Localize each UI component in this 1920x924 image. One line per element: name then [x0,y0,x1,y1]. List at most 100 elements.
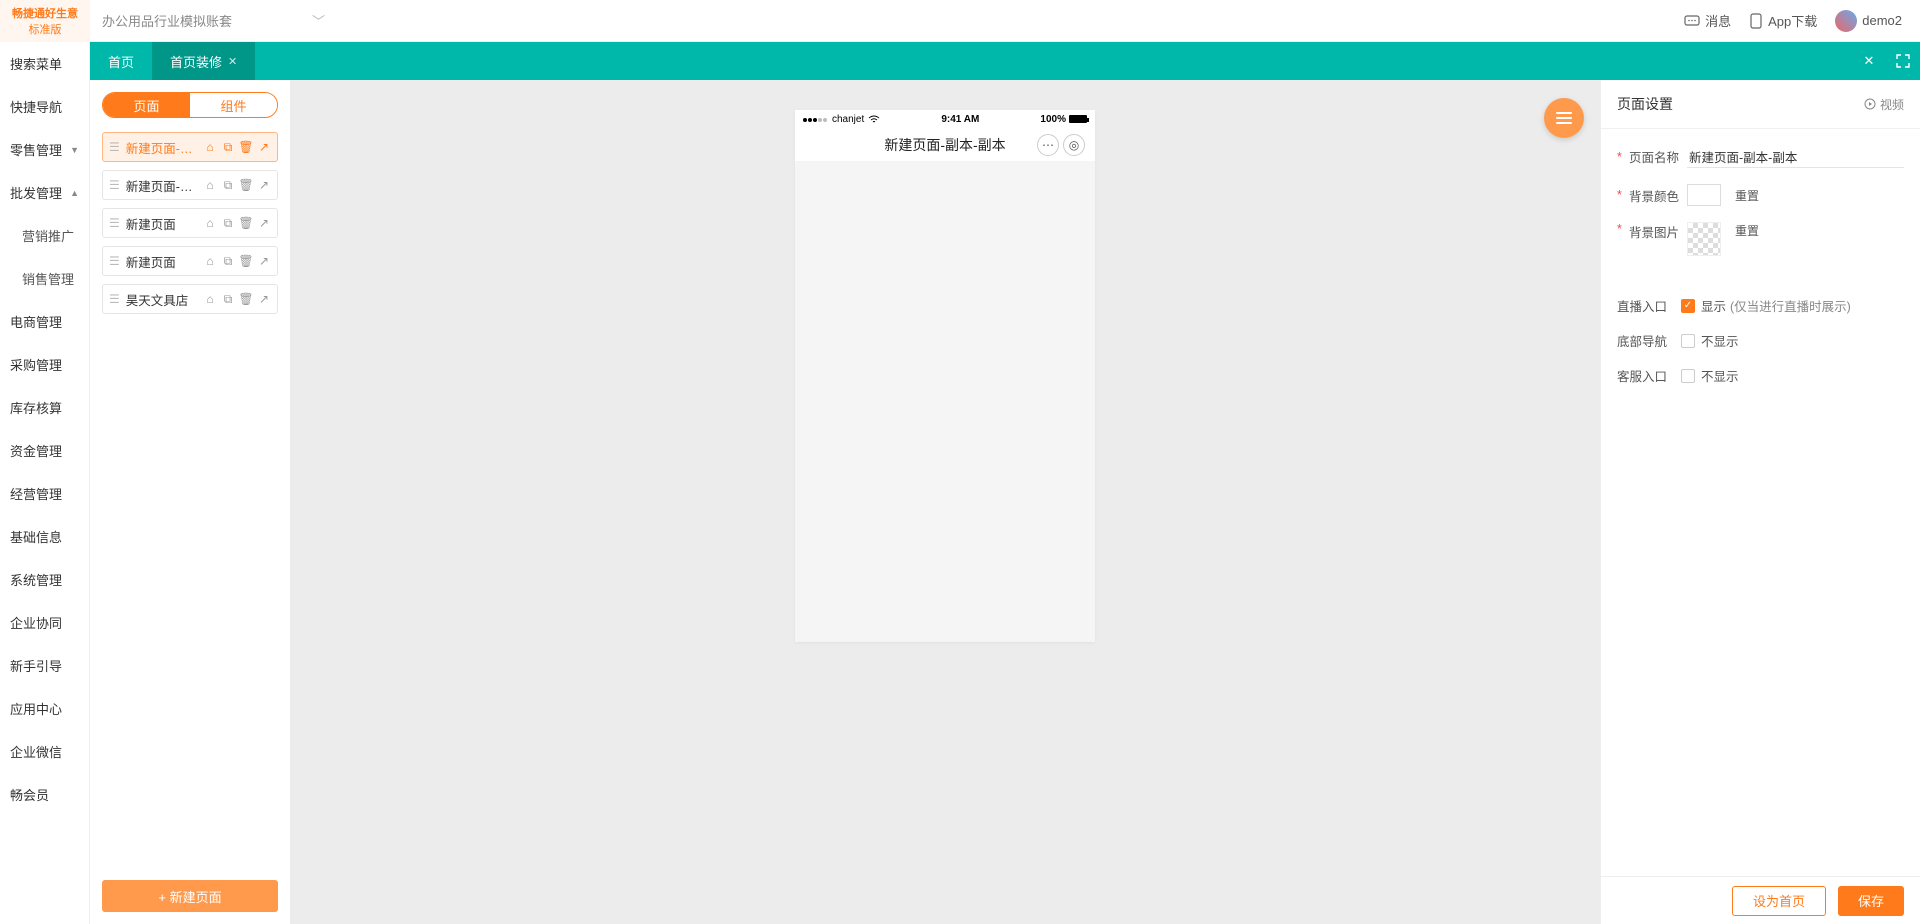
segment-component[interactable]: 组件 [190,93,277,117]
tab-bar: 首页 首页装修 ✕ ✕ [90,42,1920,80]
delete-icon[interactable]: 🗑 [239,140,253,154]
avatar [1835,10,1857,32]
segment-control: 页面 组件 [102,92,278,118]
copy-icon[interactable]: ⧉ [221,254,235,268]
messages-button[interactable]: 消息 [1684,11,1731,30]
sidebar-item-wholesale[interactable]: 批发管理▲ [0,171,89,214]
home-icon[interactable]: ⌂ [203,140,217,154]
sidebar: 搜索菜单 快捷导航 零售管理▼ 批发管理▲ 营销推广 销售管理 电商管理 采购管… [0,42,90,924]
user-menu[interactable]: demo2 [1835,10,1902,32]
sidebar-item-ecommerce[interactable]: 电商管理 [0,300,89,343]
left-panel: 页面 组件 ☰ 新建页面-副本-... ⌂ ⧉ 🗑 ↗ [90,80,290,924]
copy-icon[interactable]: ⧉ [221,178,235,192]
component-drawer-toggle[interactable] [1544,98,1584,138]
tab-decoration[interactable]: 首页装修 ✕ [152,42,255,80]
drag-icon[interactable]: ☰ [109,216,120,230]
page-name: 新建页面-副本-... [126,138,197,157]
signal-icon [803,114,828,125]
capsule-target-icon: ◎ [1063,134,1085,156]
sidebar-item-operation[interactable]: 经营管理 [0,472,89,515]
home-icon[interactable]: ⌂ [203,292,217,306]
video-help-link[interactable]: 视频 [1864,96,1904,113]
page-row[interactable]: ☰ 新建页面-副本-... ⌂ ⧉ 🗑 ↗ [102,132,278,162]
sidebar-item-marketing[interactable]: 营销推广 [0,214,89,257]
segment-page[interactable]: 页面 [103,93,190,117]
sidebar-item-collab[interactable]: 企业协同 [0,601,89,644]
input-page-name[interactable] [1687,145,1904,168]
home-icon[interactable]: ⌂ [203,178,217,192]
tab-close-all[interactable]: ✕ [1852,53,1886,69]
page-name: 昊天文具店 [126,290,197,309]
app-download-label: App下载 [1768,11,1817,30]
sidebar-item-sales[interactable]: 销售管理 [0,257,89,300]
close-icon[interactable]: ✕ [228,55,237,68]
checkbox-cs-entry-label: 不显示 [1701,366,1739,385]
sidebar-item-basicinfo[interactable]: 基础信息 [0,515,89,558]
share-icon[interactable]: ↗ [257,140,271,154]
tab-home[interactable]: 首页 [90,42,152,80]
fullscreen-icon[interactable] [1886,54,1920,68]
sidebar-item-search[interactable]: 搜索菜单 [0,42,89,85]
sidebar-item-finance[interactable]: 资金管理 [0,429,89,472]
home-icon[interactable]: ⌂ [203,216,217,230]
right-panel-title: 页面设置 [1617,94,1673,114]
label-page-name: 页面名称 [1629,147,1687,166]
sidebar-item-guide[interactable]: 新手引导 [0,644,89,687]
logo[interactable]: 畅捷通好生意 标准版 [0,0,90,42]
checkbox-cs-entry[interactable] [1681,369,1695,383]
message-icon [1684,13,1700,29]
drag-icon[interactable]: ☰ [109,254,120,268]
copy-icon[interactable]: ⧉ [221,140,235,154]
sidebar-item-wecom[interactable]: 企业微信 [0,730,89,773]
username: demo2 [1862,13,1902,28]
right-panel: 页面设置 视频 * 页面名称 * 背景颜色 [1600,80,1920,924]
reset-bg-image[interactable]: 重置 [1735,222,1759,239]
page-row[interactable]: ☰ 新建页面 ⌂ ⧉ 🗑 ↗ [102,208,278,238]
page-row[interactable]: ☰ 新建页面 ⌂ ⧉ 🗑 ↗ [102,246,278,276]
logo-edition: 标准版 [29,21,62,37]
sidebar-item-system[interactable]: 系统管理 [0,558,89,601]
footer: 设为首页 保存 [1601,876,1920,924]
home-icon[interactable]: ⌂ [203,254,217,268]
phone-body[interactable] [795,162,1095,642]
drag-icon[interactable]: ☰ [109,140,120,154]
delete-icon[interactable]: 🗑 [239,178,253,192]
drag-icon[interactable]: ☰ [109,178,120,192]
delete-icon[interactable]: 🗑 [239,254,253,268]
sidebar-item-inventory[interactable]: 库存核算 [0,386,89,429]
sidebar-item-quicknav[interactable]: 快捷导航 [0,85,89,128]
sidebar-item-retail[interactable]: 零售管理▼ [0,128,89,171]
phone-title: 新建页面-副本-副本 [884,135,1005,155]
page-name: 新建页面 [126,214,197,233]
page-row[interactable]: ☰ 昊天文具店 ⌂ ⧉ 🗑 ↗ [102,284,278,314]
sidebar-item-purchase[interactable]: 采购管理 [0,343,89,386]
required-mark: * [1617,222,1623,236]
share-icon[interactable]: ↗ [257,254,271,268]
delete-icon[interactable]: 🗑 [239,292,253,306]
live-hint: (仅当进行直播时展示) [1730,296,1851,315]
share-icon[interactable]: ↗ [257,178,271,192]
new-page-button[interactable]: + 新建页面 [102,880,278,912]
sidebar-item-appcenter[interactable]: 应用中心 [0,687,89,730]
drag-icon[interactable]: ☰ [109,292,120,306]
phone-preview: chanjet 9:41 AM 100% 新建页面-副本-副本 ⋯ [795,110,1095,642]
save-button[interactable]: 保存 [1838,886,1904,916]
set-home-button[interactable]: 设为首页 [1732,886,1826,916]
bg-color-swatch[interactable] [1687,184,1721,206]
copy-icon[interactable]: ⧉ [221,216,235,230]
checkbox-bottom-nav[interactable] [1681,334,1695,348]
checkbox-live-entry[interactable]: ✓ [1681,299,1695,313]
canvas: chanjet 9:41 AM 100% 新建页面-副本-副本 ⋯ [290,80,1600,924]
share-icon[interactable]: ↗ [257,292,271,306]
page-row[interactable]: ☰ 新建页面-副本 ⌂ ⧉ 🗑 ↗ [102,170,278,200]
app-download-button[interactable]: App下载 [1749,11,1817,30]
reset-bg-color[interactable]: 重置 [1735,187,1759,204]
delete-icon[interactable]: 🗑 [239,216,253,230]
label-bg-image: 背景图片 [1629,222,1687,241]
sidebar-item-member[interactable]: 畅会员 [0,773,89,816]
share-icon[interactable]: ↗ [257,216,271,230]
account-selector[interactable]: 办公用品行业模拟账套 ﹀ [102,11,325,30]
bg-image-picker[interactable] [1687,222,1721,256]
phone-statusbar: chanjet 9:41 AM 100% [795,110,1095,128]
copy-icon[interactable]: ⧉ [221,292,235,306]
